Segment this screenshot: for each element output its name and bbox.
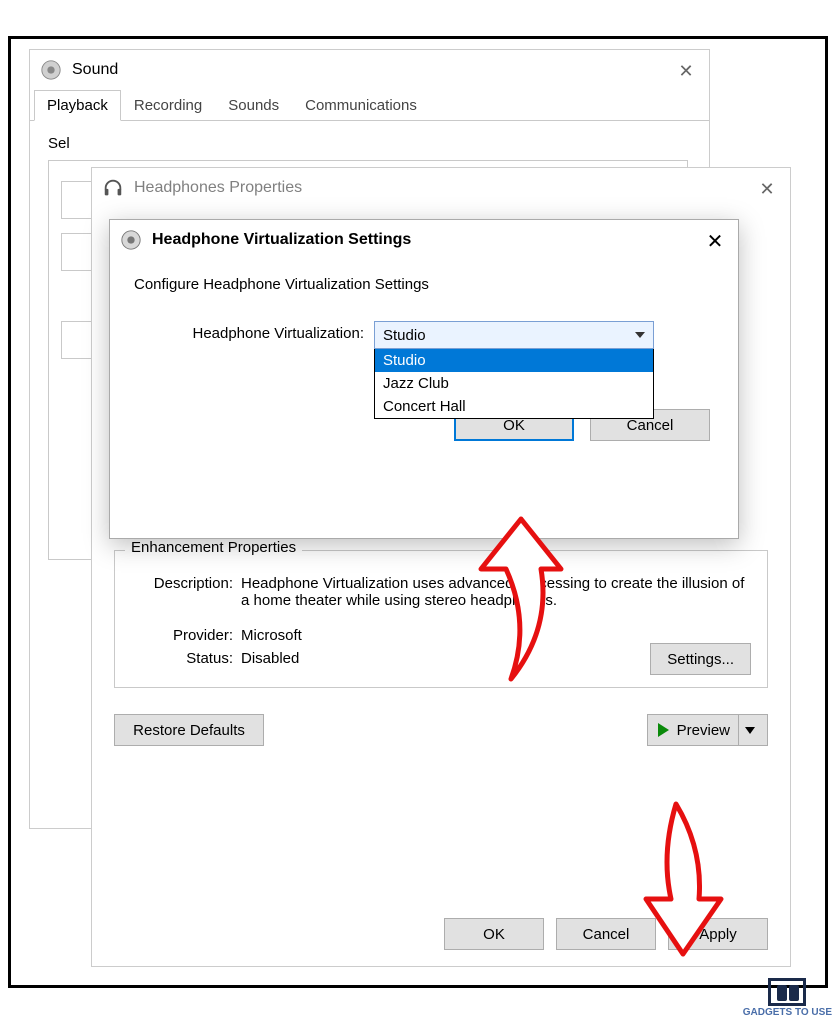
description-value: Headphone Virtualization uses advanced p… [241, 575, 751, 609]
headphones-icon [102, 177, 124, 199]
select-option-concert-hall[interactable]: Concert Hall [375, 395, 653, 418]
virt-titlebar: Headphone Virtualization Settings ✕ [110, 220, 738, 260]
hp-bottom-buttons: OK Cancel Apply [444, 918, 768, 950]
select-value: Studio [383, 327, 426, 344]
chevron-down-icon [635, 332, 645, 338]
status-label: Status: [131, 650, 241, 667]
chevron-down-icon [745, 727, 755, 734]
tab-playback[interactable]: Playback [34, 90, 121, 121]
virtualization-select[interactable]: Studio Studio Jazz Club Concert Hall [374, 321, 654, 349]
virtualization-settings-dialog: Headphone Virtualization Settings ✕ Conf… [109, 219, 739, 539]
watermark: GADGETS TO USE [743, 978, 832, 1018]
virt-title: Headphone Virtualization Settings [152, 231, 411, 249]
description-label: Description: [131, 575, 241, 609]
hp-titlebar: Headphones Properties ✕ [92, 168, 790, 208]
select-display[interactable]: Studio [374, 321, 654, 349]
tab-communications[interactable]: Communications [292, 90, 430, 120]
tab-sounds[interactable]: Sounds [215, 90, 292, 120]
hp-title: Headphones Properties [134, 179, 302, 197]
restore-defaults-button[interactable]: Restore Defaults [114, 714, 264, 746]
preview-dropdown-toggle[interactable] [738, 715, 761, 745]
screenshot-frame: Sound ✕ Playback Recording Sounds Commun… [8, 36, 828, 988]
sound-tabs: Playback Recording Sounds Communications [30, 90, 709, 121]
close-icon[interactable]: ✕ [700, 226, 730, 256]
ok-button[interactable]: OK [444, 918, 544, 950]
cancel-button[interactable]: Cancel [556, 918, 656, 950]
apply-button[interactable]: Apply [668, 918, 768, 950]
settings-button[interactable]: Settings... [650, 643, 751, 675]
virt-label: Headphone Virtualization: [134, 321, 364, 342]
close-icon[interactable]: ✕ [671, 56, 701, 86]
speaker-icon [120, 229, 142, 251]
sound-titlebar: Sound ✕ [30, 50, 709, 90]
play-icon [658, 723, 669, 737]
select-option-studio[interactable]: Studio [375, 349, 653, 372]
preview-button[interactable]: Preview [647, 714, 768, 746]
tab-recording[interactable]: Recording [121, 90, 215, 120]
sound-title: Sound [72, 61, 118, 79]
select-dropdown: Studio Jazz Club Concert Hall [374, 349, 654, 419]
group-title: Enhancement Properties [125, 539, 302, 556]
enhancement-properties-group: Enhancement Properties Description: Head… [114, 550, 768, 688]
virt-config-text: Configure Headphone Virtualization Setti… [134, 276, 714, 293]
preview-label: Preview [677, 722, 730, 739]
provider-label: Provider: [131, 627, 241, 644]
speaker-icon [40, 59, 62, 81]
close-icon[interactable]: ✕ [752, 174, 782, 204]
provider-value: Microsoft [241, 627, 751, 644]
select-option-jazz-club[interactable]: Jazz Club [375, 372, 653, 395]
select-device-text: Sel [48, 135, 691, 152]
